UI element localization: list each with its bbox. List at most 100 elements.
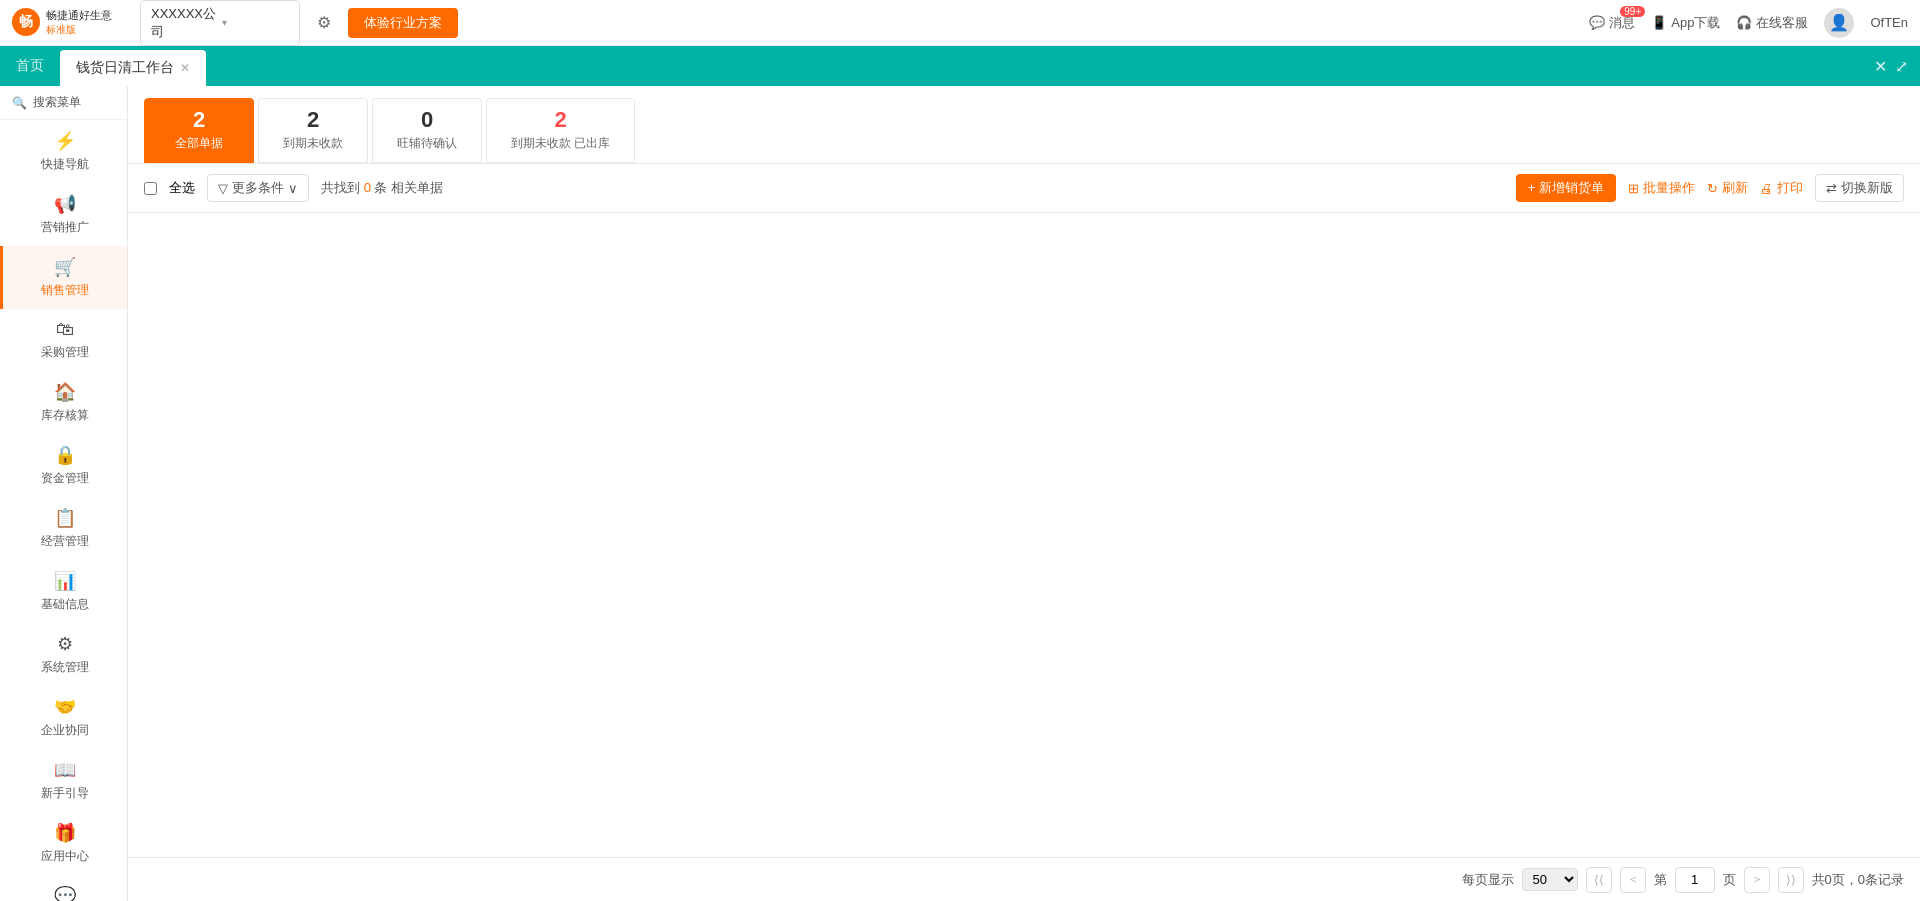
marketing-icon: 📢 bbox=[54, 193, 76, 215]
sidebar-item-marketing[interactable]: 📢 营销推广 bbox=[0, 183, 127, 246]
collab-icon: 🤝 bbox=[54, 696, 76, 718]
sidebar-search[interactable]: 🔍 搜索菜单 bbox=[0, 86, 127, 120]
refresh-button[interactable]: ↻ 刷新 bbox=[1707, 179, 1748, 197]
stat-label-shipped: 到期未收款 已出库 bbox=[511, 135, 610, 152]
found-num: 0 bbox=[364, 180, 371, 195]
sidebar-item-label: 采购管理 bbox=[41, 344, 89, 361]
sidebar-item-quicknav[interactable]: ⚡ 快捷导航 bbox=[0, 120, 127, 183]
first-page-button[interactable]: ⟨⟨ bbox=[1586, 867, 1612, 893]
sidebar-item-label: 资金管理 bbox=[41, 470, 89, 487]
appcenter-icon: 🎁 bbox=[54, 822, 76, 844]
stat-tab-all[interactable]: 2 全部单据 bbox=[144, 98, 254, 163]
sidebar-item-label: 库存核算 bbox=[41, 407, 89, 424]
print-button[interactable]: 🖨 打印 bbox=[1760, 179, 1803, 197]
sidebar-item-basicinfo[interactable]: 📊 基础信息 bbox=[0, 560, 127, 623]
sidebar-item-purchase[interactable]: 🛍 采购管理 bbox=[0, 309, 127, 371]
logo-text: 畅捷通好生意 bbox=[46, 8, 112, 22]
switch-icon: ⇄ bbox=[1826, 181, 1837, 196]
stat-label-wangfu: 旺辅待确认 bbox=[397, 135, 457, 152]
user-name: OfTEn bbox=[1870, 15, 1908, 30]
sidebar-item-operations[interactable]: 📋 经营管理 bbox=[0, 497, 127, 560]
per-page-select[interactable]: 50 100 200 bbox=[1522, 868, 1578, 891]
download-icon: 📱 bbox=[1651, 15, 1667, 30]
message-icon: 💬 bbox=[1589, 15, 1605, 30]
stat-tab-overdue[interactable]: 2 到期未收款 bbox=[258, 98, 368, 163]
stat-num-shipped: 2 bbox=[555, 107, 567, 133]
total-records-label: 共0页，0条记录 bbox=[1812, 871, 1904, 889]
filter-icon: ▽ bbox=[218, 181, 228, 196]
empty-content-area bbox=[128, 213, 1920, 857]
switch-version-button[interactable]: ⇄ 切换新版 bbox=[1815, 174, 1904, 202]
sidebar-item-label: 系统管理 bbox=[41, 659, 89, 676]
avatar: 👤 bbox=[1824, 8, 1854, 38]
sidebar-item-system[interactable]: ⚙ 系统管理 bbox=[0, 623, 127, 686]
sidebar-item-label: 快捷导航 bbox=[41, 156, 89, 173]
messages-button[interactable]: 💬 消息 99+ bbox=[1589, 14, 1635, 32]
prev-page-button[interactable]: ＜ bbox=[1620, 867, 1646, 893]
page-suffix: 页 bbox=[1723, 871, 1736, 889]
content-area: 2 全部单据 2 到期未收款 0 旺辅待确认 2 到期未收款 已出库 全选 ▽ … bbox=[128, 86, 1920, 901]
refresh-icon: ↻ bbox=[1707, 181, 1718, 196]
basicinfo-icon: 📊 bbox=[54, 570, 76, 592]
company-selector[interactable]: XXXXXX公司 ▾ bbox=[140, 0, 300, 46]
sidebar-item-label: 企业协同 bbox=[41, 722, 89, 739]
tab-bar: 首页 钱货日清工作台 ✕ ✕ ⤢ bbox=[0, 46, 1920, 86]
toolbar-right: + 新增销货单 ⊞ 批量操作 ↻ 刷新 🖨 打印 ⇄ 切换新版 bbox=[1516, 174, 1904, 202]
per-page-label: 每页显示 bbox=[1462, 871, 1514, 889]
stat-tab-wangfu[interactable]: 0 旺辅待确认 bbox=[372, 98, 482, 163]
stat-tab-shipped[interactable]: 2 到期未收款 已出库 bbox=[486, 98, 635, 163]
next-page-button[interactable]: ＞ bbox=[1744, 867, 1770, 893]
close-icon[interactable]: ✕ bbox=[180, 61, 190, 75]
page-label: 第 bbox=[1654, 871, 1667, 889]
logo-sub: 标准版 bbox=[46, 23, 112, 37]
company-name: XXXXXX公司 bbox=[151, 5, 218, 41]
sidebar-item-collab[interactable]: 🤝 企业协同 bbox=[0, 686, 127, 749]
found-text: 共找到 0 条 相关单据 bbox=[321, 179, 443, 197]
add-sale-button[interactable]: + 新增销货单 bbox=[1516, 174, 1616, 202]
wechat-icon: 💬 bbox=[54, 885, 76, 901]
sidebar-item-sales[interactable]: 🛒 销售管理 bbox=[0, 246, 127, 309]
settings-icon[interactable]: ⚙ bbox=[308, 7, 340, 39]
stat-num-wangfu: 0 bbox=[421, 107, 433, 133]
trial-button[interactable]: 体验行业方案 bbox=[348, 8, 458, 38]
tab-home[interactable]: 首页 bbox=[0, 46, 60, 86]
batch-icon: ⊞ bbox=[1628, 181, 1639, 196]
page-input[interactable] bbox=[1675, 867, 1715, 893]
online-service-button[interactable]: 🎧 在线客服 bbox=[1736, 14, 1808, 32]
quicknav-icon: ⚡ bbox=[54, 130, 76, 152]
filter-button[interactable]: ▽ 更多条件 ∨ bbox=[207, 174, 309, 202]
sidebar-item-label: 应用中心 bbox=[41, 848, 89, 865]
inventory-icon: 🏠 bbox=[54, 381, 76, 403]
tab-workbench[interactable]: 钱货日清工作台 ✕ bbox=[60, 50, 206, 86]
app-download-button[interactable]: 📱 App下载 bbox=[1651, 14, 1720, 32]
online-service-label: 在线客服 bbox=[1756, 14, 1808, 32]
app-download-label: App下载 bbox=[1671, 14, 1720, 32]
minimize-icon[interactable]: ✕ bbox=[1874, 57, 1887, 76]
finance-icon: 🔒 bbox=[54, 444, 76, 466]
purchase-icon: 🛍 bbox=[56, 319, 74, 340]
sidebar-item-inventory[interactable]: 🏠 库存核算 bbox=[0, 371, 127, 434]
operations-icon: 📋 bbox=[54, 507, 76, 529]
sidebar-item-label: 营销推广 bbox=[41, 219, 89, 236]
select-all-checkbox[interactable] bbox=[144, 182, 157, 195]
sidebar-item-label: 新手引导 bbox=[41, 785, 89, 802]
stat-label-overdue: 到期未收款 bbox=[283, 135, 343, 152]
sidebar-item-label: 基础信息 bbox=[41, 596, 89, 613]
sidebar-item-finance[interactable]: 🔒 资金管理 bbox=[0, 434, 127, 497]
batch-button[interactable]: ⊞ 批量操作 bbox=[1628, 179, 1695, 197]
guide-icon: 📖 bbox=[54, 759, 76, 781]
sidebar-item-guide[interactable]: 📖 新手引导 bbox=[0, 749, 127, 812]
stat-num-all: 2 bbox=[193, 107, 205, 133]
maximize-icon[interactable]: ⤢ bbox=[1895, 57, 1908, 76]
sidebar-item-wechat[interactable]: 💬 企业微信 bbox=[0, 875, 127, 901]
sales-icon: 🛒 bbox=[54, 256, 76, 278]
sidebar-item-label: 销售管理 bbox=[41, 282, 89, 299]
tab-bar-actions: ✕ ⤢ bbox=[1874, 57, 1920, 76]
chevron-down-icon: ∨ bbox=[288, 181, 298, 196]
filter-label: 更多条件 bbox=[232, 179, 284, 197]
sidebar-item-appcenter[interactable]: 🎁 应用中心 bbox=[0, 812, 127, 875]
last-page-button[interactable]: ⟩⟩ bbox=[1778, 867, 1804, 893]
sidebar: 🔍 搜索菜单 ⚡ 快捷导航 📢 营销推广 🛒 销售管理 🛍 采购管理 🏠 库存核… bbox=[0, 86, 128, 901]
select-all-label: 全选 bbox=[169, 179, 195, 197]
toolbar: 全选 ▽ 更多条件 ∨ 共找到 0 条 相关单据 + 新增销货单 ⊞ 批量操作 … bbox=[128, 164, 1920, 213]
